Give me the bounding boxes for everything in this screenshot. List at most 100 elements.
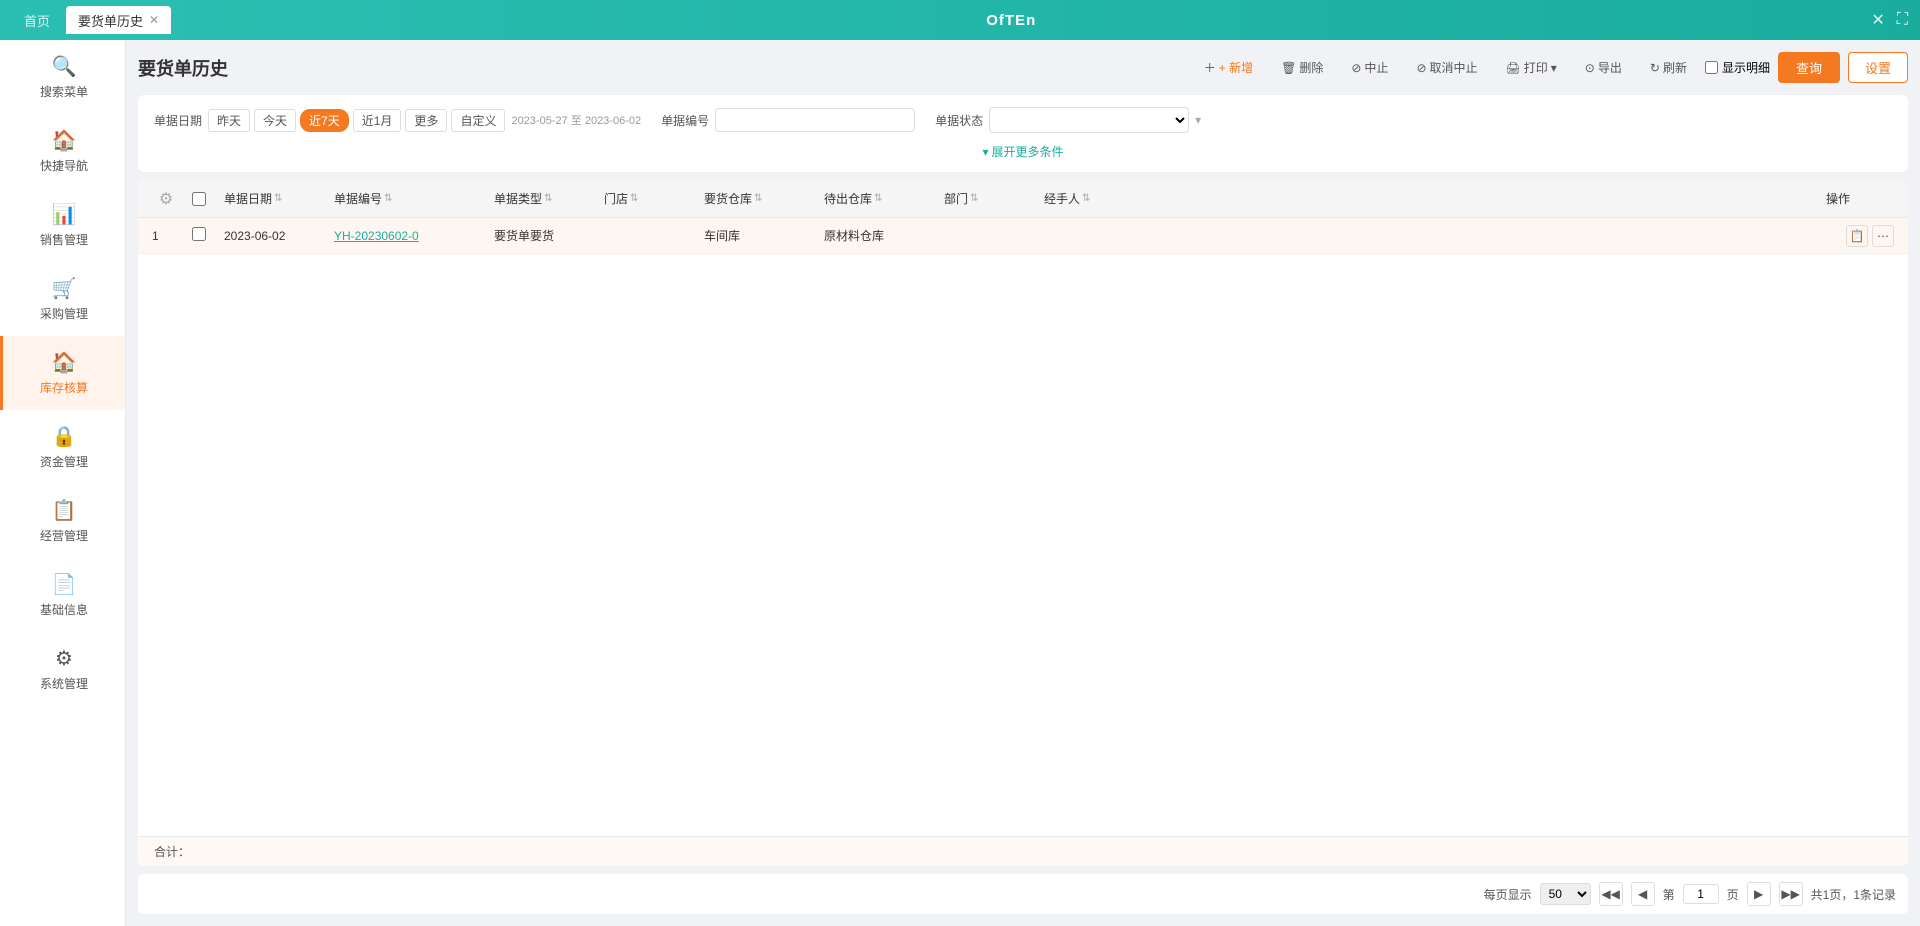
date-filter: 单据日期 昨天 今天 近7天 近1月 更多 自定义 2023-05-27 至 2… bbox=[154, 109, 641, 132]
prev-page-button[interactable]: ◀ bbox=[1631, 882, 1655, 906]
row-type: 要货单要货 bbox=[488, 227, 598, 244]
search-icon: 🔍 bbox=[52, 54, 77, 79]
date-btn-custom[interactable]: 自定义 bbox=[451, 109, 505, 132]
sidebar-item-sales[interactable]: 📊 销售管理 bbox=[0, 188, 125, 262]
show-detail-toggle[interactable]: 显示明细 bbox=[1705, 59, 1770, 76]
date-range-display: 2023-05-27 至 2023-06-02 bbox=[511, 112, 641, 128]
date-btn-more[interactable]: 更多 bbox=[405, 109, 447, 132]
close-window-icon[interactable]: ✕ bbox=[1871, 10, 1884, 30]
cancel-stop-button[interactable]: ⊘ 取消中止 bbox=[1406, 54, 1487, 81]
th-pending: 待出仓库 ⇅ bbox=[818, 190, 938, 207]
first-page-button[interactable]: ◀◀ bbox=[1599, 882, 1623, 906]
date-btn-today[interactable]: 今天 bbox=[254, 109, 296, 132]
sort-type-icon[interactable]: ⇅ bbox=[544, 193, 552, 204]
sort-pending-icon[interactable]: ⇅ bbox=[874, 193, 882, 204]
row-date: 2023-06-02 bbox=[218, 229, 328, 243]
main-content: 要货单历史 ＋ + 新增 🗑 删除 ⊘ 中止 ⊘ 取消中止 bbox=[126, 40, 1920, 926]
th-warehouse: 要货仓库 ⇅ bbox=[698, 190, 818, 207]
select-all-checkbox[interactable] bbox=[192, 192, 206, 206]
plus-icon: ＋ bbox=[1204, 59, 1216, 76]
cancel-icon: ⊘ bbox=[1416, 61, 1426, 75]
doc-no-input[interactable] bbox=[715, 108, 915, 132]
sidebar-item-basic-info[interactable]: 📄 基础信息 bbox=[0, 558, 125, 632]
page-title: 要货单历史 bbox=[138, 55, 228, 81]
export-button[interactable]: ⊙ 导出 bbox=[1575, 54, 1632, 81]
tab-requisition-history[interactable]: 要货单历史 ✕ bbox=[66, 6, 171, 34]
date-btn-yesterday[interactable]: 昨天 bbox=[208, 109, 250, 132]
filter-area: 单据日期 昨天 今天 近7天 近1月 更多 自定义 2023-05-27 至 2… bbox=[138, 95, 1908, 172]
warehouse-icon: 🏠 bbox=[52, 350, 77, 375]
chart-icon: 📊 bbox=[52, 202, 77, 227]
close-tab-icon[interactable]: ✕ bbox=[149, 13, 159, 27]
sort-shop-icon[interactable]: ⇅ bbox=[630, 193, 638, 204]
th-dept: 部门 ⇅ bbox=[938, 190, 1038, 207]
home-icon: 🏠 bbox=[52, 128, 77, 153]
date-btn-7days[interactable]: 近7天 bbox=[300, 109, 349, 132]
row-pending: 原材料仓库 bbox=[818, 227, 938, 244]
sort-date-icon[interactable]: ⇅ bbox=[274, 193, 282, 204]
refresh-icon: ↻ bbox=[1650, 61, 1660, 75]
sort-handler-icon[interactable]: ⇅ bbox=[1082, 193, 1090, 204]
status-select[interactable] bbox=[989, 107, 1189, 133]
row-checkbox-cell bbox=[186, 227, 218, 244]
delete-icon: 🗑 bbox=[1281, 61, 1296, 75]
sort-warehouse-icon[interactable]: ⇅ bbox=[754, 193, 762, 204]
refresh-button[interactable]: ↻ 刷新 bbox=[1640, 54, 1697, 81]
table-header: ⚙ 单据日期 ⇅ 单据编号 ⇅ 单据类型 ⇅ 门店 bbox=[138, 180, 1908, 218]
row-checkbox[interactable] bbox=[192, 227, 206, 241]
filter-row-1: 单据日期 昨天 今天 近7天 近1月 更多 自定义 2023-05-27 至 2… bbox=[154, 107, 1892, 133]
sidebar-item-inventory[interactable]: 🏠 库存核算 bbox=[0, 336, 125, 410]
th-settings: ⚙ bbox=[146, 183, 186, 215]
sidebar: 🔍 搜索菜单 🏠 快捷导航 📊 销售管理 🛒 采购管理 🏠 库存核算 🔒 资金管… bbox=[0, 40, 126, 926]
query-button[interactable]: 查询 bbox=[1778, 52, 1840, 83]
gear-icon: ⚙ bbox=[55, 646, 73, 671]
summary-label: 合计： bbox=[154, 843, 190, 860]
clipboard-icon: 📋 bbox=[52, 498, 77, 523]
print-icon: 🖨 bbox=[1506, 61, 1521, 75]
sidebar-item-operations[interactable]: 📋 经营管理 bbox=[0, 484, 125, 558]
page-goto-suffix: 页 bbox=[1727, 886, 1739, 903]
expand-filter-button[interactable]: ▾ 展开更多条件 bbox=[982, 143, 1063, 160]
column-settings-icon[interactable]: ⚙ bbox=[152, 183, 180, 215]
tab-home[interactable]: 首页 bbox=[12, 6, 62, 34]
last-page-button[interactable]: ▶▶ bbox=[1779, 882, 1803, 906]
status-filter: 单据状态 ▾ bbox=[935, 107, 1201, 133]
status-dropdown-icon: ▾ bbox=[1195, 113, 1201, 127]
date-shortcut-group: 昨天 今天 近7天 近1月 更多 自定义 bbox=[208, 109, 505, 132]
delete-button[interactable]: 🗑 删除 bbox=[1271, 54, 1333, 81]
sidebar-item-system[interactable]: ⚙ 系统管理 bbox=[0, 632, 125, 706]
print-button[interactable]: 🖨 打印 ▾ bbox=[1496, 54, 1567, 81]
table-footer: 合计： bbox=[138, 836, 1908, 866]
doc-no-filter: 单据编号 bbox=[661, 108, 915, 132]
sidebar-item-search[interactable]: 🔍 搜索菜单 bbox=[0, 40, 125, 114]
row-num[interactable]: YH-20230602-0 bbox=[328, 229, 488, 243]
print-dropdown-icon: ▾ bbox=[1551, 61, 1557, 75]
sort-num-icon[interactable]: ⇅ bbox=[384, 193, 392, 204]
page-input[interactable] bbox=[1683, 884, 1719, 904]
sidebar-item-quick-nav[interactable]: 🏠 快捷导航 bbox=[0, 114, 125, 188]
edit-action-icon[interactable]: ⋯ bbox=[1872, 225, 1894, 247]
next-page-button[interactable]: ▶ bbox=[1747, 882, 1771, 906]
document-icon: 📄 bbox=[52, 572, 77, 597]
fullscreen-icon[interactable]: ⛶ bbox=[1897, 11, 1908, 29]
date-btn-1month[interactable]: 近1月 bbox=[353, 109, 402, 132]
th-type: 单据类型 ⇅ bbox=[488, 190, 598, 207]
top-bar: 首页 要货单历史 ✕ OfTEn ✕ ⛶ bbox=[0, 0, 1920, 40]
action-icons: 📋 ⋯ bbox=[1826, 225, 1894, 247]
page-size-select[interactable]: 50 10 20 100 bbox=[1540, 883, 1591, 905]
pagination-bar: 每页显示 50 10 20 100 ◀◀ ◀ 第 页 ▶ ▶▶ 共1页，1条记录 bbox=[138, 874, 1908, 914]
row-action: 📋 ⋯ bbox=[1820, 225, 1900, 247]
sort-dept-icon[interactable]: ⇅ bbox=[970, 193, 978, 204]
show-detail-checkbox[interactable] bbox=[1705, 61, 1718, 74]
settings-button[interactable]: 设置 bbox=[1848, 52, 1908, 83]
page-title-bar: 要货单历史 ＋ + 新增 🗑 删除 ⊘ 中止 ⊘ 取消中止 bbox=[138, 52, 1908, 87]
page-goto-prefix: 第 bbox=[1663, 886, 1675, 903]
doc-no-label: 单据编号 bbox=[661, 112, 709, 129]
sidebar-item-finance[interactable]: 🔒 资金管理 bbox=[0, 410, 125, 484]
new-button[interactable]: ＋ + 新增 bbox=[1194, 54, 1263, 81]
stop-button[interactable]: ⊘ 中止 bbox=[1341, 54, 1398, 81]
sidebar-item-purchase[interactable]: 🛒 采购管理 bbox=[0, 262, 125, 336]
view-action-icon[interactable]: 📋 bbox=[1846, 225, 1868, 247]
th-num: 单据编号 ⇅ bbox=[328, 190, 488, 207]
row-index: 1 bbox=[146, 229, 186, 243]
